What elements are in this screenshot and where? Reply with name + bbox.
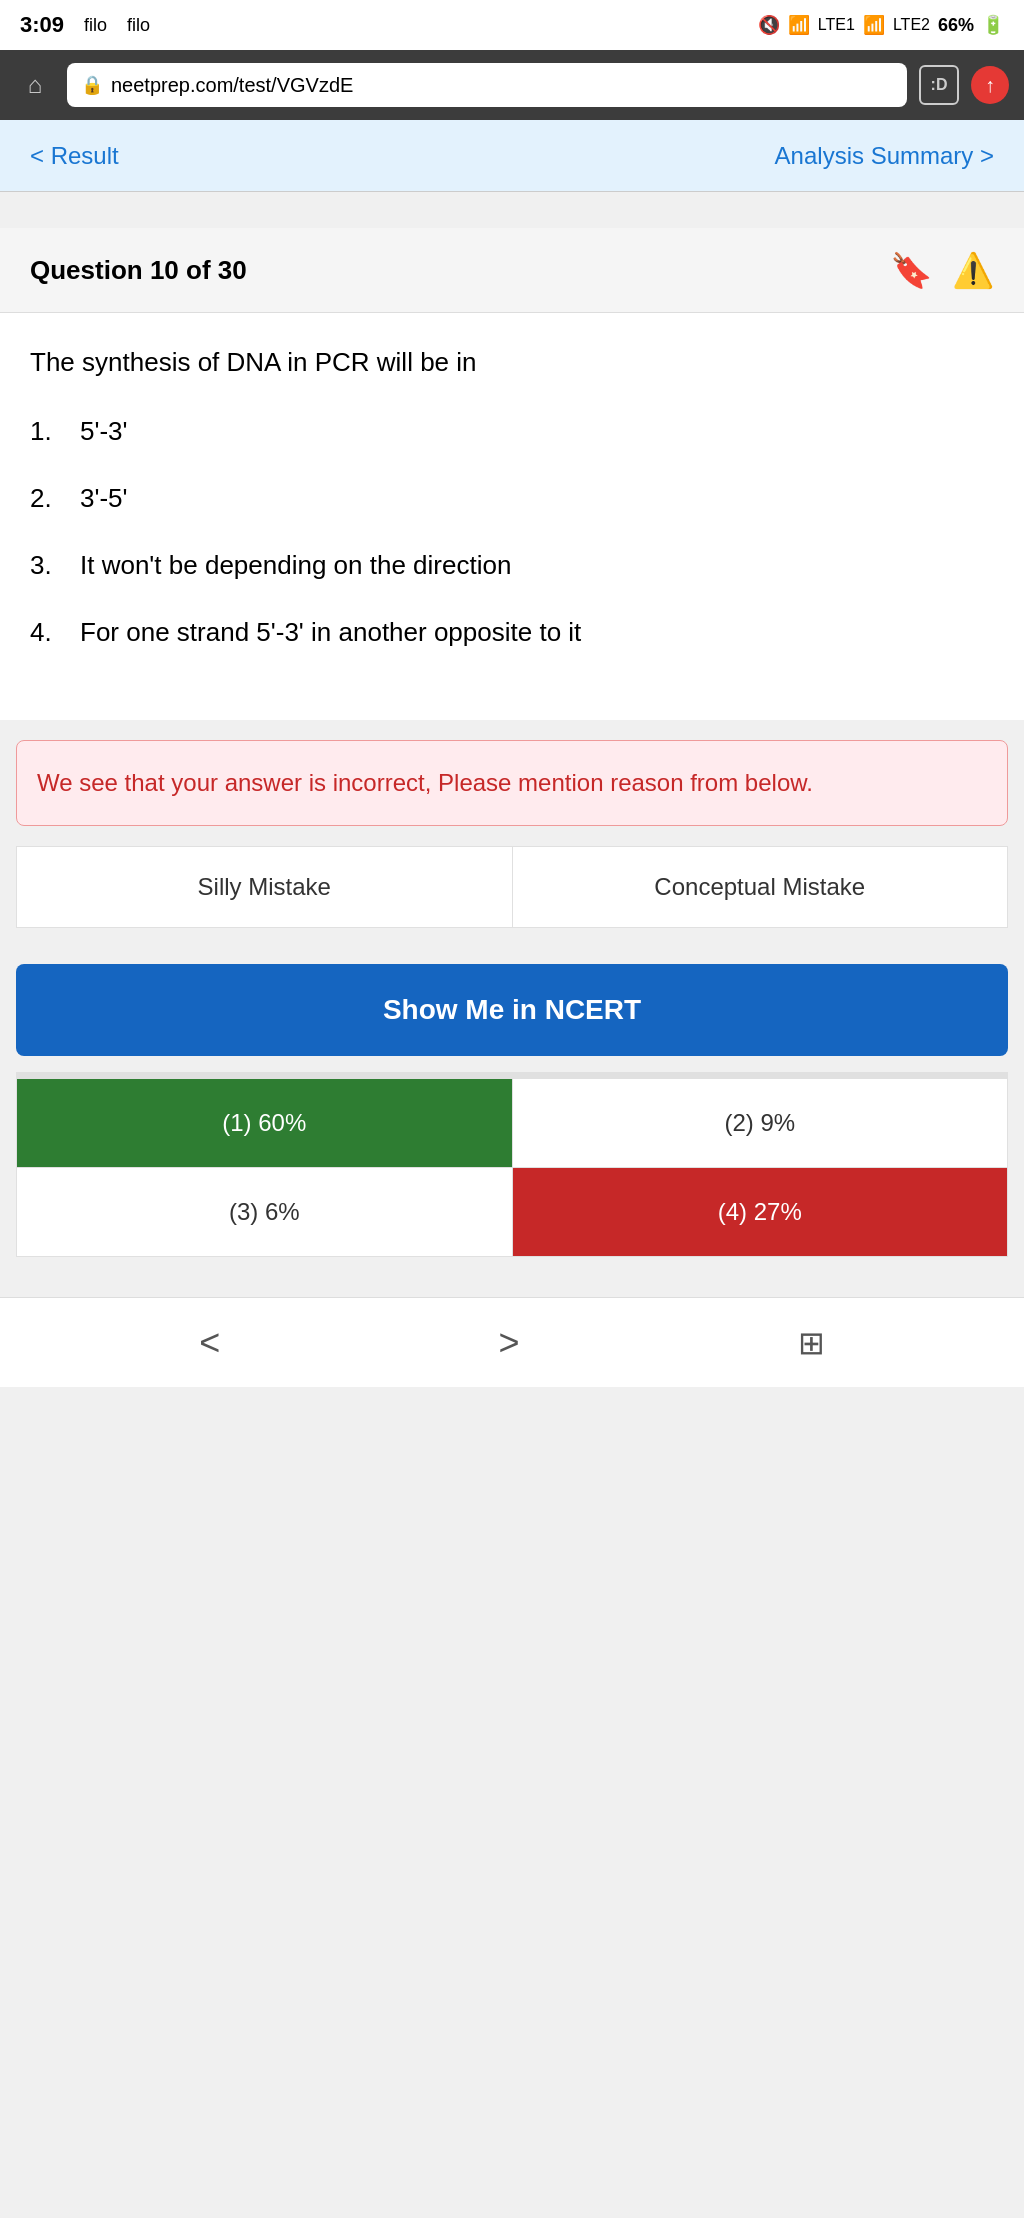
prev-icon: < bbox=[199, 1322, 220, 1363]
lte1-icon: LTE1 bbox=[818, 16, 855, 34]
stat-option-4-label: (4) 27% bbox=[718, 1198, 802, 1225]
options-list: 1. 5'-3' 2. 3'-5' 3. It won't be dependi… bbox=[30, 412, 994, 652]
stats-grid: (1) 60% (2) 9% (3) 6% (4) 27% bbox=[16, 1078, 1008, 1257]
option-4-number: 4. bbox=[30, 613, 60, 652]
browser-url-bar[interactable]: 🔒 neetprep.com/test/VGVzdE bbox=[67, 63, 907, 107]
question-text: The synthesis of DNA in PCR will be in bbox=[30, 343, 994, 382]
question-header: Question 10 of 30 🔖 ⚠️ bbox=[0, 228, 1024, 313]
option-3-number: 3. bbox=[30, 546, 60, 585]
incorrect-text: We see that your answer is incorrect, Pl… bbox=[37, 765, 987, 801]
silly-mistake-button[interactable]: Silly Mistake bbox=[17, 847, 513, 927]
incorrect-answer-box: We see that your answer is incorrect, Pl… bbox=[16, 740, 1008, 826]
option-1-text: 5'-3' bbox=[80, 412, 128, 451]
mute-icon: 🔇 bbox=[758, 14, 780, 36]
grid-view-button[interactable]: ⊞ bbox=[798, 1324, 825, 1362]
profile-icon: ↑ bbox=[985, 74, 995, 97]
option-2-text: 3'-5' bbox=[80, 479, 128, 518]
option-2[interactable]: 2. 3'-5' bbox=[30, 479, 994, 518]
stat-option-1: (1) 60% bbox=[17, 1079, 513, 1168]
status-carrier: filo bbox=[84, 15, 107, 36]
conceptual-mistake-button[interactable]: Conceptual Mistake bbox=[513, 847, 1008, 927]
bottom-nav: < > ⊞ bbox=[0, 1297, 1024, 1387]
analysis-summary-button[interactable]: Analysis Summary > bbox=[775, 142, 994, 170]
signal-icon: 📶 bbox=[863, 14, 885, 36]
conceptual-mistake-label: Conceptual Mistake bbox=[654, 873, 865, 900]
bookmark-icon[interactable]: 🔖 bbox=[890, 250, 932, 290]
show-me-ncert-button[interactable]: Show Me in NCERT bbox=[16, 964, 1008, 1056]
grid-icon: ⊞ bbox=[798, 1325, 825, 1361]
status-time: 3:09 bbox=[20, 12, 64, 38]
stat-option-3-label: (3) 6% bbox=[229, 1198, 300, 1225]
option-4[interactable]: 4. For one strand 5'-3' in another oppos… bbox=[30, 613, 994, 652]
question-actions: 🔖 ⚠️ bbox=[890, 250, 994, 290]
home-icon: ⌂ bbox=[28, 71, 43, 99]
option-1-number: 1. bbox=[30, 412, 60, 451]
stat-option-4: (4) 27% bbox=[513, 1168, 1008, 1256]
browser-profile-button[interactable]: ↑ bbox=[971, 66, 1009, 104]
battery-icon: 🔋 bbox=[982, 14, 1004, 36]
browser-home-button[interactable]: ⌂ bbox=[15, 65, 55, 105]
option-3[interactable]: 3. It won't be depending on the directio… bbox=[30, 546, 994, 585]
forward-label: Analysis Summary > bbox=[775, 142, 994, 170]
nav-bar: < Result Analysis Summary > bbox=[0, 120, 1024, 192]
next-icon: > bbox=[499, 1322, 520, 1363]
question-counter: Question 10 of 30 bbox=[30, 255, 247, 286]
stats-row-2: (3) 6% (4) 27% bbox=[17, 1168, 1007, 1256]
option-2-number: 2. bbox=[30, 479, 60, 518]
silly-mistake-label: Silly Mistake bbox=[198, 873, 331, 900]
question-content: The synthesis of DNA in PCR will be in 1… bbox=[0, 313, 1024, 720]
status-bar: 3:09 filo filo 🔇 📶 LTE1 📶 LTE2 66% 🔋 bbox=[0, 0, 1024, 50]
option-3-text: It won't be depending on the direction bbox=[80, 546, 511, 585]
browser-tab-button[interactable]: :D bbox=[919, 65, 959, 105]
option-4-text: For one strand 5'-3' in another opposite… bbox=[80, 613, 581, 652]
back-label: < Result bbox=[30, 142, 119, 170]
status-carrier2: filo bbox=[127, 15, 150, 36]
stat-option-2-label: (2) 9% bbox=[724, 1109, 795, 1136]
mistake-options: Silly Mistake Conceptual Mistake bbox=[16, 846, 1008, 928]
result-back-button[interactable]: < Result bbox=[30, 142, 119, 170]
show-me-ncert-label: Show Me in NCERT bbox=[383, 994, 641, 1025]
stat-option-3: (3) 6% bbox=[17, 1168, 513, 1256]
stat-option-1-label: (1) 60% bbox=[222, 1109, 306, 1136]
lock-icon: 🔒 bbox=[81, 74, 103, 96]
browser-bar: ⌂ 🔒 neetprep.com/test/VGVzdE :D ↑ bbox=[0, 50, 1024, 120]
prev-question-button[interactable]: < bbox=[199, 1322, 220, 1364]
status-icons: 🔇 📶 LTE1 📶 LTE2 66% 🔋 bbox=[758, 14, 1004, 36]
warning-icon[interactable]: ⚠️ bbox=[952, 250, 994, 290]
tab-label: :D bbox=[931, 76, 948, 94]
battery-level: 66% bbox=[938, 15, 974, 36]
browser-url-text: neetprep.com/test/VGVzdE bbox=[111, 74, 353, 97]
stats-row-1: (1) 60% (2) 9% bbox=[17, 1079, 1007, 1168]
wifi-icon: 📶 bbox=[788, 14, 810, 36]
stat-option-2: (2) 9% bbox=[513, 1079, 1008, 1168]
lte2-icon: LTE2 bbox=[893, 16, 930, 34]
option-1[interactable]: 1. 5'-3' bbox=[30, 412, 994, 451]
next-question-button[interactable]: > bbox=[499, 1322, 520, 1364]
